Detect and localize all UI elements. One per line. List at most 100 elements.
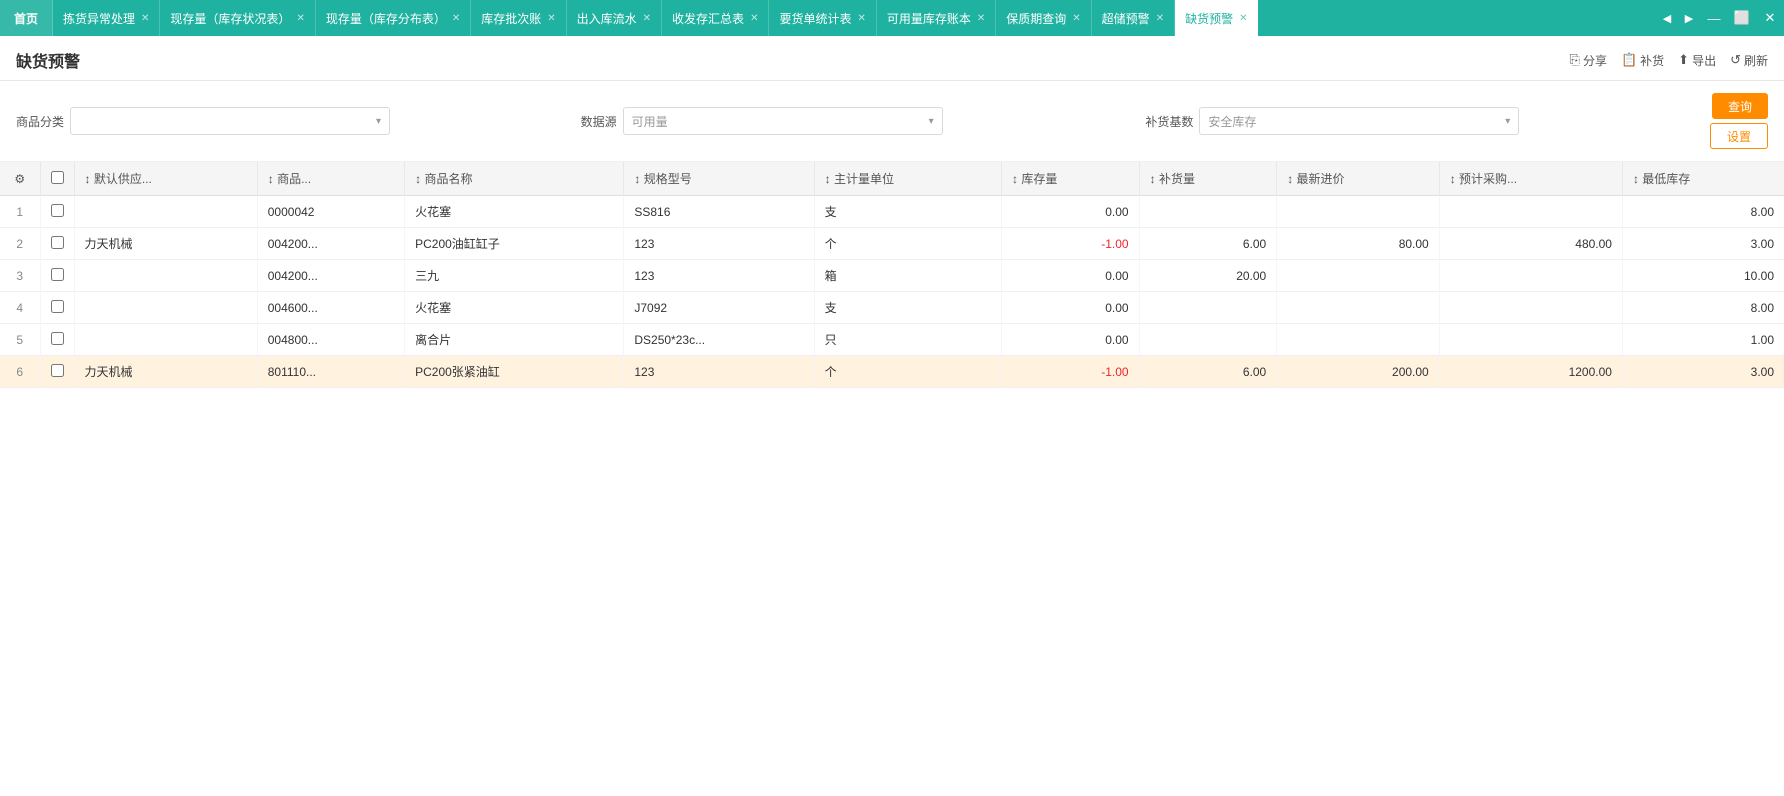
- tab-shortage[interactable]: 缺货预警✕: [1175, 0, 1258, 36]
- row-checkbox[interactable]: [51, 364, 64, 377]
- window-maximize-btn[interactable]: ⬜: [1728, 0, 1756, 36]
- cell-stock: 0.00: [1002, 260, 1140, 292]
- refresh-icon: ↺: [1730, 52, 1741, 68]
- row-checkbox[interactable]: [51, 204, 64, 217]
- category-select[interactable]: ▾: [70, 107, 390, 135]
- row-checkbox[interactable]: [51, 332, 64, 345]
- tab-close-overstock[interactable]: ✕: [1156, 13, 1164, 24]
- row-checkbox[interactable]: [51, 268, 64, 281]
- refresh-btn[interactable]: ↺ 刷新: [1730, 52, 1768, 69]
- th-unit-label: ↕ 主计量单位: [825, 172, 894, 186]
- table-row: 6 力天机械 801110... PC200张紧油缸 123 个 -1.00 6…: [0, 356, 1784, 388]
- cell-code: 801110...: [257, 356, 404, 388]
- cell-stock: 0.00: [1002, 292, 1140, 324]
- window-close-btn[interactable]: ✕: [1756, 0, 1784, 36]
- replenish-btn[interactable]: 📋 补货: [1621, 52, 1664, 69]
- cell-supplier: 力天机械: [74, 356, 257, 388]
- cell-supplier: [74, 196, 257, 228]
- tab-close-collect[interactable]: ✕: [750, 13, 758, 24]
- row-checkbox[interactable]: [51, 300, 64, 313]
- tab-close-stock-status[interactable]: ✕: [296, 13, 304, 24]
- page-title: 缺货预警: [16, 48, 1570, 72]
- window-minimize-btn[interactable]: —: [1700, 0, 1728, 36]
- share-btn[interactable]: ⎘ 分享: [1570, 52, 1607, 69]
- row-checkbox-cell[interactable]: [40, 196, 74, 228]
- th-supplier-label: ↕ 默认供应...: [85, 172, 152, 186]
- tab-exception[interactable]: 拣货异常处理✕: [53, 0, 160, 36]
- replenish-icon: 📋: [1621, 52, 1637, 68]
- tab-label-available: 可用量库存账本: [887, 10, 971, 27]
- cell-name: 三九: [405, 260, 624, 292]
- tab-close-batch[interactable]: ✕: [547, 13, 555, 24]
- query-button[interactable]: 查询: [1712, 93, 1768, 119]
- th-unit[interactable]: ↕ 主计量单位: [814, 162, 1001, 196]
- row-checkbox-cell[interactable]: [40, 228, 74, 260]
- tab-expiry[interactable]: 保质期查询✕: [996, 0, 1091, 36]
- th-supplier[interactable]: ↕ 默认供应...: [74, 162, 257, 196]
- datasource-dropdown-icon: ▾: [929, 116, 934, 127]
- cell-spec: 123: [624, 356, 814, 388]
- row-checkbox-cell[interactable]: [40, 292, 74, 324]
- th-stock[interactable]: ↕ 库存量: [1002, 162, 1140, 196]
- tab-prev-btn[interactable]: ◀: [1656, 0, 1678, 36]
- tab-overstock[interactable]: 超储预警✕: [1092, 0, 1175, 36]
- tab-stock-status[interactable]: 现存量（库存状况表）✕: [160, 0, 315, 36]
- cell-spec: 123: [624, 260, 814, 292]
- select-all-checkbox[interactable]: [51, 171, 64, 184]
- th-name-label: ↕ 商品名称: [415, 172, 472, 186]
- th-supplement-label: ↕ 补货量: [1150, 172, 1195, 186]
- tab-close-shortage[interactable]: ✕: [1239, 13, 1247, 24]
- cell-code: 0000042: [257, 196, 404, 228]
- th-checkbox[interactable]: [40, 162, 74, 196]
- th-supplement[interactable]: ↕ 补货量: [1139, 162, 1277, 196]
- cell-name: PC200油缸缸子: [405, 228, 624, 260]
- tab-next-btn[interactable]: ▶: [1678, 0, 1700, 36]
- export-btn[interactable]: ⬆ 导出: [1678, 52, 1716, 69]
- th-code[interactable]: ↕ 商品...: [257, 162, 404, 196]
- tab-collect[interactable]: 收发存汇总表✕: [662, 0, 769, 36]
- tab-close-exception[interactable]: ✕: [141, 13, 149, 24]
- table-row: 3 004200... 三九 123 箱 0.00 20.00 10.00: [0, 260, 1784, 292]
- th-est-purchase[interactable]: ↕ 预计采购...: [1439, 162, 1622, 196]
- tab-inout[interactable]: 出入库流水✕: [567, 0, 662, 36]
- tab-close-expiry[interactable]: ✕: [1072, 13, 1080, 24]
- cell-supplement: 20.00: [1139, 260, 1277, 292]
- row-checkbox-cell[interactable]: [40, 324, 74, 356]
- cell-est-purchase: 480.00: [1439, 228, 1622, 260]
- tab-close-inout[interactable]: ✕: [643, 13, 651, 24]
- tab-stock-dist[interactable]: 现存量（库存分布表）✕: [316, 0, 471, 36]
- tab-available[interactable]: 可用量库存账本 ✕: [877, 0, 996, 36]
- cell-unit: 个: [814, 356, 1001, 388]
- page-content: 缺货预警 ⎘ 分享 📋 补货 ⬆ 导出 ↺ 刷新 商品分类: [0, 36, 1784, 796]
- cell-name: PC200张紧油缸: [405, 356, 624, 388]
- cell-min-stock: 8.00: [1622, 196, 1784, 228]
- th-spec[interactable]: ↕ 规格型号: [624, 162, 814, 196]
- th-name[interactable]: ↕ 商品名称: [405, 162, 624, 196]
- datasource-label: 数据源: [581, 113, 617, 130]
- basis-select[interactable]: 安全库存 ▾: [1199, 107, 1519, 135]
- th-settings[interactable]: ⚙: [0, 162, 40, 196]
- row-checkbox[interactable]: [51, 236, 64, 249]
- tab-home[interactable]: 首页: [0, 0, 53, 36]
- tab-close-order-stat[interactable]: ✕: [857, 13, 865, 24]
- window-controls: — ⬜ ✕: [1700, 0, 1784, 36]
- cell-supplement: [1139, 324, 1277, 356]
- row-number: 1: [0, 196, 40, 228]
- tab-batch[interactable]: 库存批次账✕: [471, 0, 566, 36]
- th-min-stock[interactable]: ↕ 最低库存: [1622, 162, 1784, 196]
- row-number: 5: [0, 324, 40, 356]
- tab-close-available[interactable]: ✕: [977, 13, 985, 24]
- row-checkbox-cell[interactable]: [40, 356, 74, 388]
- datasource-select[interactable]: 可用量 ▾: [623, 107, 943, 135]
- cell-name: 离合片: [405, 324, 624, 356]
- tab-close-stock-dist[interactable]: ✕: [452, 13, 460, 24]
- cell-stock: -1.00: [1002, 356, 1140, 388]
- th-latest-price[interactable]: ↕ 最新进价: [1277, 162, 1440, 196]
- tab-label-order-stat: 要货单统计表: [779, 10, 851, 27]
- cell-stock: -1.00: [1002, 228, 1140, 260]
- tab-order-stat[interactable]: 要货单统计表 ✕: [769, 0, 876, 36]
- settings-button[interactable]: 设置: [1710, 123, 1768, 149]
- category-dropdown-icon: ▾: [376, 116, 381, 127]
- row-checkbox-cell[interactable]: [40, 260, 74, 292]
- tab-bar: 首页 拣货异常处理✕现存量（库存状况表）✕现存量（库存分布表）✕库存批次账✕出入…: [0, 0, 1784, 36]
